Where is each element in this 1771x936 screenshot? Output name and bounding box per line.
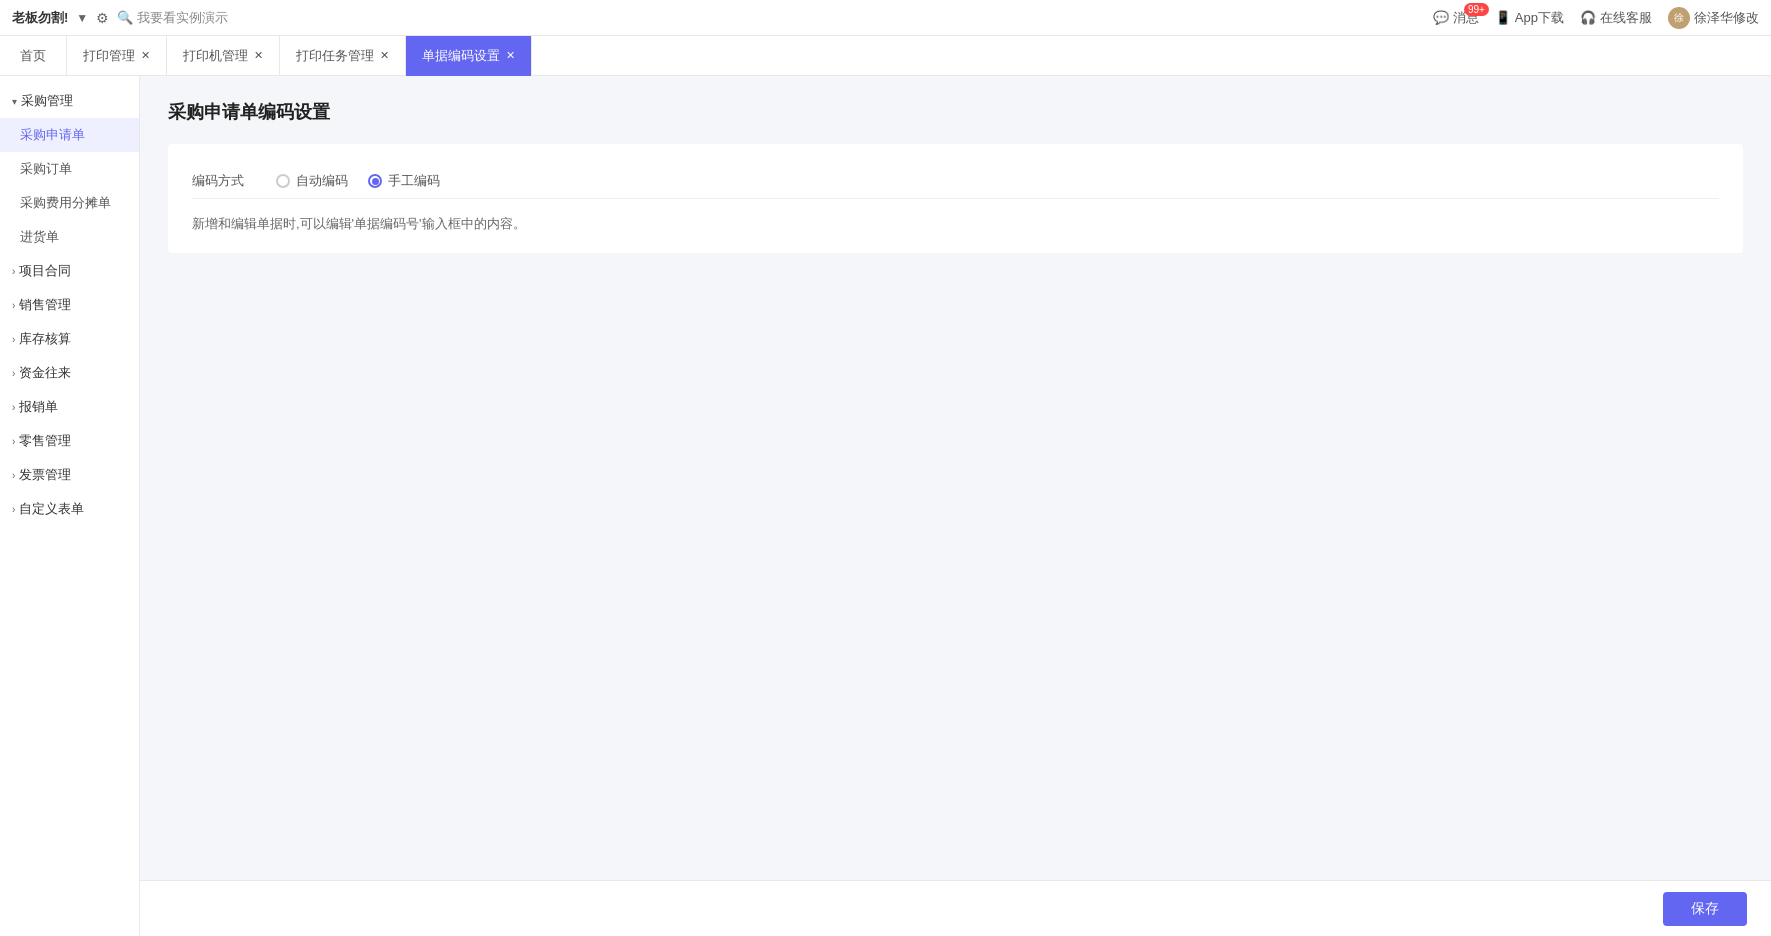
sidebar-group-purchase: ▾ 采购管理 采购申请单 采购订单 采购费用分摊单 进货单 xyxy=(0,84,139,254)
sidebar-group-custom-label: 自定义表单 xyxy=(19,500,84,518)
message-icon: 💬 xyxy=(1433,10,1449,25)
radio-auto[interactable]: 自动编码 xyxy=(276,172,348,190)
sidebar-group-project: › 项目合同 xyxy=(0,254,139,288)
sidebar-item-purchase-expense[interactable]: 采购费用分摊单 xyxy=(0,186,139,220)
sidebar-item-purchase-order-label: 采购订单 xyxy=(20,161,72,176)
hint-text: 新增和编辑单据时,可以编辑'单据编码号'输入框中的内容。 xyxy=(192,215,1719,233)
radio-manual[interactable]: 手工编码 xyxy=(368,172,440,190)
sidebar-item-purchase-expense-label: 采购费用分摊单 xyxy=(20,195,111,210)
sidebar-group-finance: › 资金往来 xyxy=(0,356,139,390)
encoding-label: 编码方式 xyxy=(192,172,252,190)
chevron-right-icon-inventory: › xyxy=(12,334,15,345)
sidebar-item-purchase-receipt-label: 进货单 xyxy=(20,229,59,244)
sidebar-group-inventory-header[interactable]: › 库存核算 xyxy=(0,322,139,356)
sidebar-group-expense: › 报销单 xyxy=(0,390,139,424)
sidebar-group-custom-header[interactable]: › 自定义表单 xyxy=(0,492,139,526)
message-button[interactable]: 💬 消息 99+ xyxy=(1433,9,1479,27)
sidebar-group-retail-label: 零售管理 xyxy=(19,432,71,450)
tab-encoding-settings-close[interactable]: ✕ xyxy=(506,49,515,62)
online-service-button[interactable]: 🎧 在线客服 xyxy=(1580,9,1652,27)
avatar: 徐 xyxy=(1668,7,1690,29)
sidebar-group-project-label: 项目合同 xyxy=(19,262,71,280)
search-bar[interactable]: 🔍 我要看实例演示 xyxy=(117,9,228,27)
radio-group: 自动编码 手工编码 xyxy=(276,172,440,190)
main-footer: 保存 xyxy=(140,880,1771,936)
sidebar-item-purchase-request[interactable]: 采购申请单 xyxy=(0,118,139,152)
sidebar-group-retail-header[interactable]: › 零售管理 xyxy=(0,424,139,458)
sidebar-group-invoice-label: 发票管理 xyxy=(19,466,71,484)
encoding-card: 编码方式 自动编码 手工编码 新增和编辑单据时,可以编辑'单据编码号'输入框中的… xyxy=(168,144,1743,253)
sidebar-group-sales: › 销售管理 xyxy=(0,288,139,322)
app-label: App下载 xyxy=(1515,9,1564,27)
chevron-right-icon-retail: › xyxy=(12,436,15,447)
sidebar-group-custom: › 自定义表单 xyxy=(0,492,139,526)
user-name: 徐泽华修改 xyxy=(1694,9,1759,27)
sidebar-group-inventory: › 库存核算 xyxy=(0,322,139,356)
page-title: 采购申请单编码设置 xyxy=(168,100,1743,124)
sidebar-group-sales-header[interactable]: › 销售管理 xyxy=(0,288,139,322)
tab-print-management-label: 打印管理 xyxy=(83,47,135,65)
sidebar-group-retail: › 零售管理 xyxy=(0,424,139,458)
main-layout: ▾ 采购管理 采购申请单 采购订单 采购费用分摊单 进货单 › 项目合同 xyxy=(0,76,1771,936)
radio-auto-circle xyxy=(276,174,290,188)
sidebar-item-purchase-receipt[interactable]: 进货单 xyxy=(0,220,139,254)
search-icon: 🔍 xyxy=(117,10,133,25)
tab-print-task-management-label: 打印任务管理 xyxy=(296,47,374,65)
search-text: 我要看实例演示 xyxy=(137,9,228,27)
chevron-right-icon: › xyxy=(12,266,15,277)
main-content: 采购申请单编码设置 编码方式 自动编码 手工编码 xyxy=(140,76,1771,880)
radio-auto-label: 自动编码 xyxy=(296,172,348,190)
main-area: 采购申请单编码设置 编码方式 自动编码 手工编码 xyxy=(140,76,1771,936)
message-badge: 99+ xyxy=(1464,3,1489,16)
tab-print-task-management[interactable]: 打印任务管理 ✕ xyxy=(280,36,406,76)
app-icon: 📱 xyxy=(1495,10,1511,25)
radio-manual-label: 手工编码 xyxy=(388,172,440,190)
logo-text: 老板勿割! xyxy=(12,9,68,27)
tab-printer-management[interactable]: 打印机管理 ✕ xyxy=(167,36,280,76)
tab-print-management[interactable]: 打印管理 ✕ xyxy=(67,36,167,76)
chevron-right-icon-invoice: › xyxy=(12,470,15,481)
gear-icon[interactable]: ⚙ xyxy=(96,10,109,26)
sidebar: ▾ 采购管理 采购申请单 采购订单 采购费用分摊单 进货单 › 项目合同 xyxy=(0,76,140,936)
top-bar: 老板勿割! ▼ ⚙ 🔍 我要看实例演示 💬 消息 99+ 📱 App下载 🎧 在… xyxy=(0,0,1771,36)
tab-home-label: 首页 xyxy=(20,47,46,65)
sidebar-group-purchase-header[interactable]: ▾ 采购管理 xyxy=(0,84,139,118)
tab-bar: 首页 打印管理 ✕ 打印机管理 ✕ 打印任务管理 ✕ 单据编码设置 ✕ xyxy=(0,36,1771,76)
chevron-right-icon-expense: › xyxy=(12,402,15,413)
sidebar-group-invoice-header[interactable]: › 发票管理 xyxy=(0,458,139,492)
sidebar-item-purchase-order[interactable]: 采购订单 xyxy=(0,152,139,186)
sidebar-group-sales-label: 销售管理 xyxy=(19,296,71,314)
app-download-button[interactable]: 📱 App下载 xyxy=(1495,9,1564,27)
sidebar-group-finance-header[interactable]: › 资金往来 xyxy=(0,356,139,390)
tab-encoding-settings[interactable]: 单据编码设置 ✕ xyxy=(406,36,532,76)
sidebar-group-finance-label: 资金往来 xyxy=(19,364,71,382)
tab-printer-management-label: 打印机管理 xyxy=(183,47,248,65)
chevron-right-icon-sales: › xyxy=(12,300,15,311)
save-button[interactable]: 保存 xyxy=(1663,892,1747,926)
logo-dropdown-icon[interactable]: ▼ xyxy=(76,11,88,25)
tab-print-management-close[interactable]: ✕ xyxy=(141,49,150,62)
chevron-down-icon: ▾ xyxy=(12,96,17,107)
tab-encoding-settings-label: 单据编码设置 xyxy=(422,47,500,65)
sidebar-group-inventory-label: 库存核算 xyxy=(19,330,71,348)
service-icon: 🎧 xyxy=(1580,10,1596,25)
user-profile-button[interactable]: 徐 徐泽华修改 xyxy=(1668,7,1759,29)
top-bar-right: 💬 消息 99+ 📱 App下载 🎧 在线客服 徐 徐泽华修改 xyxy=(1433,7,1759,29)
top-bar-left: 老板勿割! ▼ ⚙ 🔍 我要看实例演示 xyxy=(12,9,228,27)
chevron-right-icon-finance: › xyxy=(12,368,15,379)
tab-print-task-management-close[interactable]: ✕ xyxy=(380,49,389,62)
radio-manual-circle xyxy=(368,174,382,188)
sidebar-item-purchase-request-label: 采购申请单 xyxy=(20,127,85,142)
sidebar-group-expense-label: 报销单 xyxy=(19,398,58,416)
sidebar-group-expense-header[interactable]: › 报销单 xyxy=(0,390,139,424)
sidebar-group-project-header[interactable]: › 项目合同 xyxy=(0,254,139,288)
sidebar-group-purchase-label: 采购管理 xyxy=(21,92,73,110)
sidebar-group-invoice: › 发票管理 xyxy=(0,458,139,492)
service-label: 在线客服 xyxy=(1600,9,1652,27)
chevron-right-icon-custom: › xyxy=(12,504,15,515)
encoding-row: 编码方式 自动编码 手工编码 xyxy=(192,164,1719,199)
tab-home[interactable]: 首页 xyxy=(0,36,67,76)
tab-printer-management-close[interactable]: ✕ xyxy=(254,49,263,62)
